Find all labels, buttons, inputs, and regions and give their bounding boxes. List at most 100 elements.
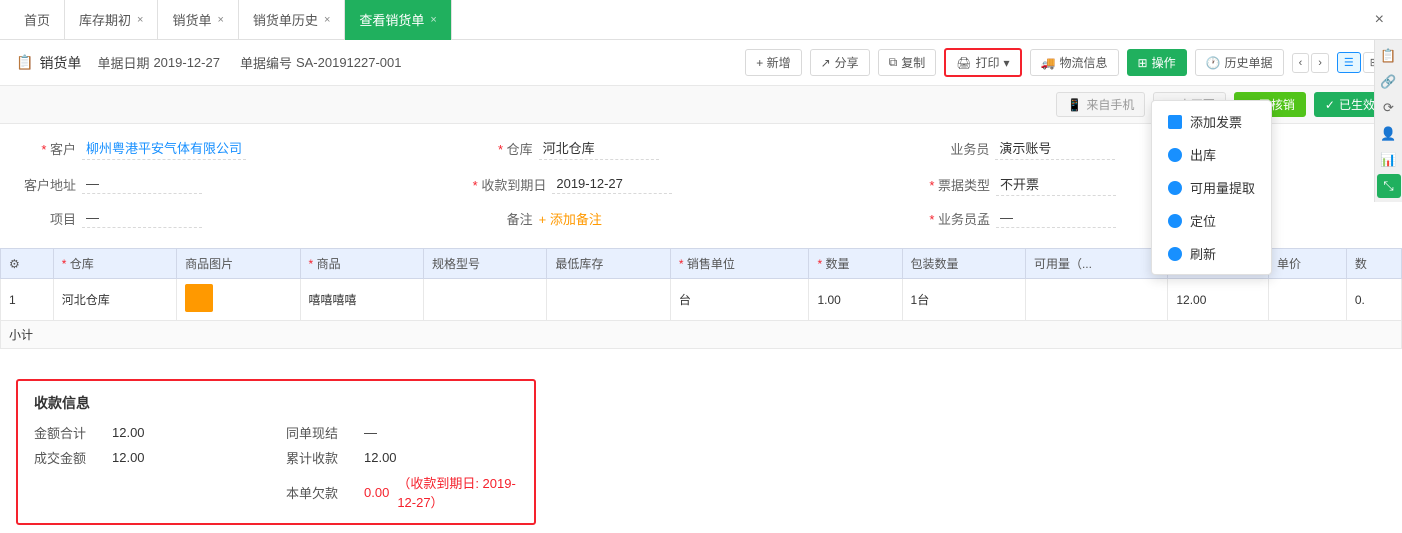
payment-cumulative-value: 12.00 (364, 450, 397, 465)
tab-sales-close[interactable]: × (217, 14, 223, 26)
payment-amount-row: 金额合计 12.00 (34, 423, 266, 442)
prev-button[interactable]: ‹ (1292, 53, 1310, 73)
dropdown-outbound[interactable]: 出库 (1152, 138, 1271, 171)
payment-transaction-label: 成交金额 (34, 448, 104, 467)
row-stock: 12.00 (1168, 279, 1269, 321)
col-warehouse: 仓库 (53, 249, 176, 279)
share-icon: ↗ (821, 56, 831, 70)
row-unit: 台 (670, 279, 809, 321)
warehouse-label: 仓库 (473, 139, 533, 158)
doc-title-icon: 📋 (16, 54, 33, 71)
tab-inventory-close[interactable]: × (137, 14, 143, 26)
history-button[interactable]: 🕐 历史单据 (1195, 49, 1284, 76)
col-spec: 规格型号 (423, 249, 546, 279)
effective-icon: ✓ (1325, 98, 1335, 112)
address-value: — (82, 174, 202, 194)
phone-icon: 📱 (1067, 98, 1082, 112)
dropdown-refresh[interactable]: 刷新 (1152, 237, 1271, 270)
tab-sales-label: 销货单 (172, 10, 211, 29)
tab-sales-history[interactable]: 销货单历史 × (239, 0, 345, 40)
col-available: 可用量（... (1025, 249, 1167, 279)
subtotal-label: 小计 (1, 321, 1402, 349)
refresh-icon (1168, 247, 1182, 261)
sidebar-doc-icon[interactable]: 📋 (1377, 44, 1401, 68)
logistics-button[interactable]: 🚚 物流信息 (1030, 49, 1119, 76)
col-pack-qty: 包装数量 (902, 249, 1025, 279)
payment-date-field: 收款到期日 2019-12-27 (473, 174, 930, 194)
tab-view-sales[interactable]: 查看销货单 × (345, 0, 451, 40)
customer-label: 客户 (16, 139, 76, 158)
print-dropdown-arrow: ▾ (1004, 56, 1010, 70)
doc-meta: 单据日期 2019-12-27 单据编号 SA-20191227-001 (97, 53, 401, 72)
tab-home[interactable]: 首页 (10, 0, 65, 40)
payment-title: 收款信息 (34, 393, 518, 413)
doc-actions: + 新增 ↗ 分享 ⧉ 复制 🖨 打印 ▾ 🚚 物流信息 (745, 48, 1386, 77)
global-close-button[interactable]: × (1367, 7, 1392, 33)
invoice-label: 票据类型 (929, 175, 990, 194)
row-price (1269, 279, 1347, 321)
new-button[interactable]: + 新增 (745, 49, 801, 76)
note-label: 备注 (473, 209, 533, 228)
sidebar-link-icon[interactable]: 🔗 (1377, 70, 1401, 94)
add-note-button[interactable]: + 添加备注 (539, 209, 602, 228)
payment-section: 收款信息 金额合计 12.00 同单现结 — 成交金额 12.00 累计收款 1… (16, 379, 536, 525)
payment-due-note: （收款到期日: 2019-12-27） (397, 473, 518, 511)
row-qty: 1.00 (809, 279, 902, 321)
payment-due-label: 本单欠款 (286, 483, 356, 502)
doc-number-value: SA-20191227-001 (296, 55, 402, 70)
operate-button[interactable]: ⊞ 操作 (1127, 49, 1187, 76)
from-phone-button[interactable]: 📱 来自手机 (1056, 92, 1145, 117)
invoice-value: 不开票 (996, 172, 1116, 196)
available-qty-icon (1168, 181, 1182, 195)
payment-due-row: 本单欠款 0.00 （收款到期日: 2019-12-27） (286, 473, 518, 511)
tab-inventory[interactable]: 库存期初 × (65, 0, 158, 40)
col-qty: 数量 (809, 249, 902, 279)
tab-view-sales-close[interactable]: × (430, 14, 436, 26)
row-other: 0. (1346, 279, 1401, 321)
project-label: 项目 (16, 209, 76, 228)
locate-label: 定位 (1190, 211, 1216, 230)
note-field: 备注 + 添加备注 (473, 209, 930, 228)
sidebar-user-icon[interactable]: 👤 (1377, 122, 1401, 146)
next-button[interactable]: › (1311, 53, 1329, 73)
dropdown-locate[interactable]: 定位 (1152, 204, 1271, 237)
col-unit: 销售单位 (670, 249, 809, 279)
doc-title: 📋 销货单 (16, 53, 81, 73)
sidebar-expand-icon[interactable]: ⤡ (1377, 174, 1401, 198)
payment-transaction-row: 成交金额 12.00 (34, 448, 266, 467)
staff-value: 演示账号 (995, 136, 1115, 160)
tab-sales[interactable]: 销货单 × (158, 0, 238, 40)
staff-label: 业务员 (929, 139, 989, 158)
outbound-icon (1168, 148, 1182, 162)
tab-sales-history-close[interactable]: × (324, 14, 330, 26)
sidebar-chart-icon[interactable]: 📊 (1377, 148, 1401, 172)
row-product: 嘻嘻嘻嘻 (300, 279, 423, 321)
available-qty-label: 可用量提取 (1190, 178, 1255, 197)
col-img: 商品图片 (177, 249, 300, 279)
add-invoice-icon (1168, 115, 1182, 129)
print-button[interactable]: 🖨 打印 ▾ (944, 48, 1021, 77)
list-view-button[interactable]: ☰ (1337, 52, 1361, 73)
truck-icon: 🚚 (1041, 56, 1056, 70)
col-product: 商品 (300, 249, 423, 279)
dropdown-available-qty[interactable]: 可用量提取 (1152, 171, 1271, 204)
refresh-label: 刷新 (1190, 244, 1216, 263)
copy-button[interactable]: ⧉ 复制 (878, 49, 937, 76)
staff2-label: 业务员孟 (929, 209, 990, 228)
tab-sales-history-label: 销货单历史 (253, 10, 318, 29)
share-button[interactable]: ↗ 分享 (810, 49, 870, 76)
staff2-value: — (996, 208, 1116, 228)
row-pack-qty: 1台 (902, 279, 1025, 321)
grid-icon: ⊞ (1138, 56, 1148, 70)
doc-date-value: 2019-12-27 (153, 55, 220, 70)
col-price: 单价 (1269, 249, 1347, 279)
row-min-stock (547, 279, 670, 321)
table-row: 1 河北仓库 嘻嘻嘻嘻 台 1.00 1台 12.00 0. (1, 279, 1402, 321)
col-gear: ⚙ (1, 249, 54, 279)
dropdown-add-invoice[interactable]: 添加发票 (1152, 105, 1271, 138)
payment-cumulative-row: 累计收款 12.00 (286, 448, 518, 467)
customer-value[interactable]: 柳州粤港平安气体有限公司 (82, 136, 246, 160)
sidebar-refresh-icon[interactable]: ⟳ (1377, 96, 1401, 120)
payment-amount-value: 12.00 (112, 425, 145, 440)
tab-inventory-label: 库存期初 (79, 10, 131, 29)
